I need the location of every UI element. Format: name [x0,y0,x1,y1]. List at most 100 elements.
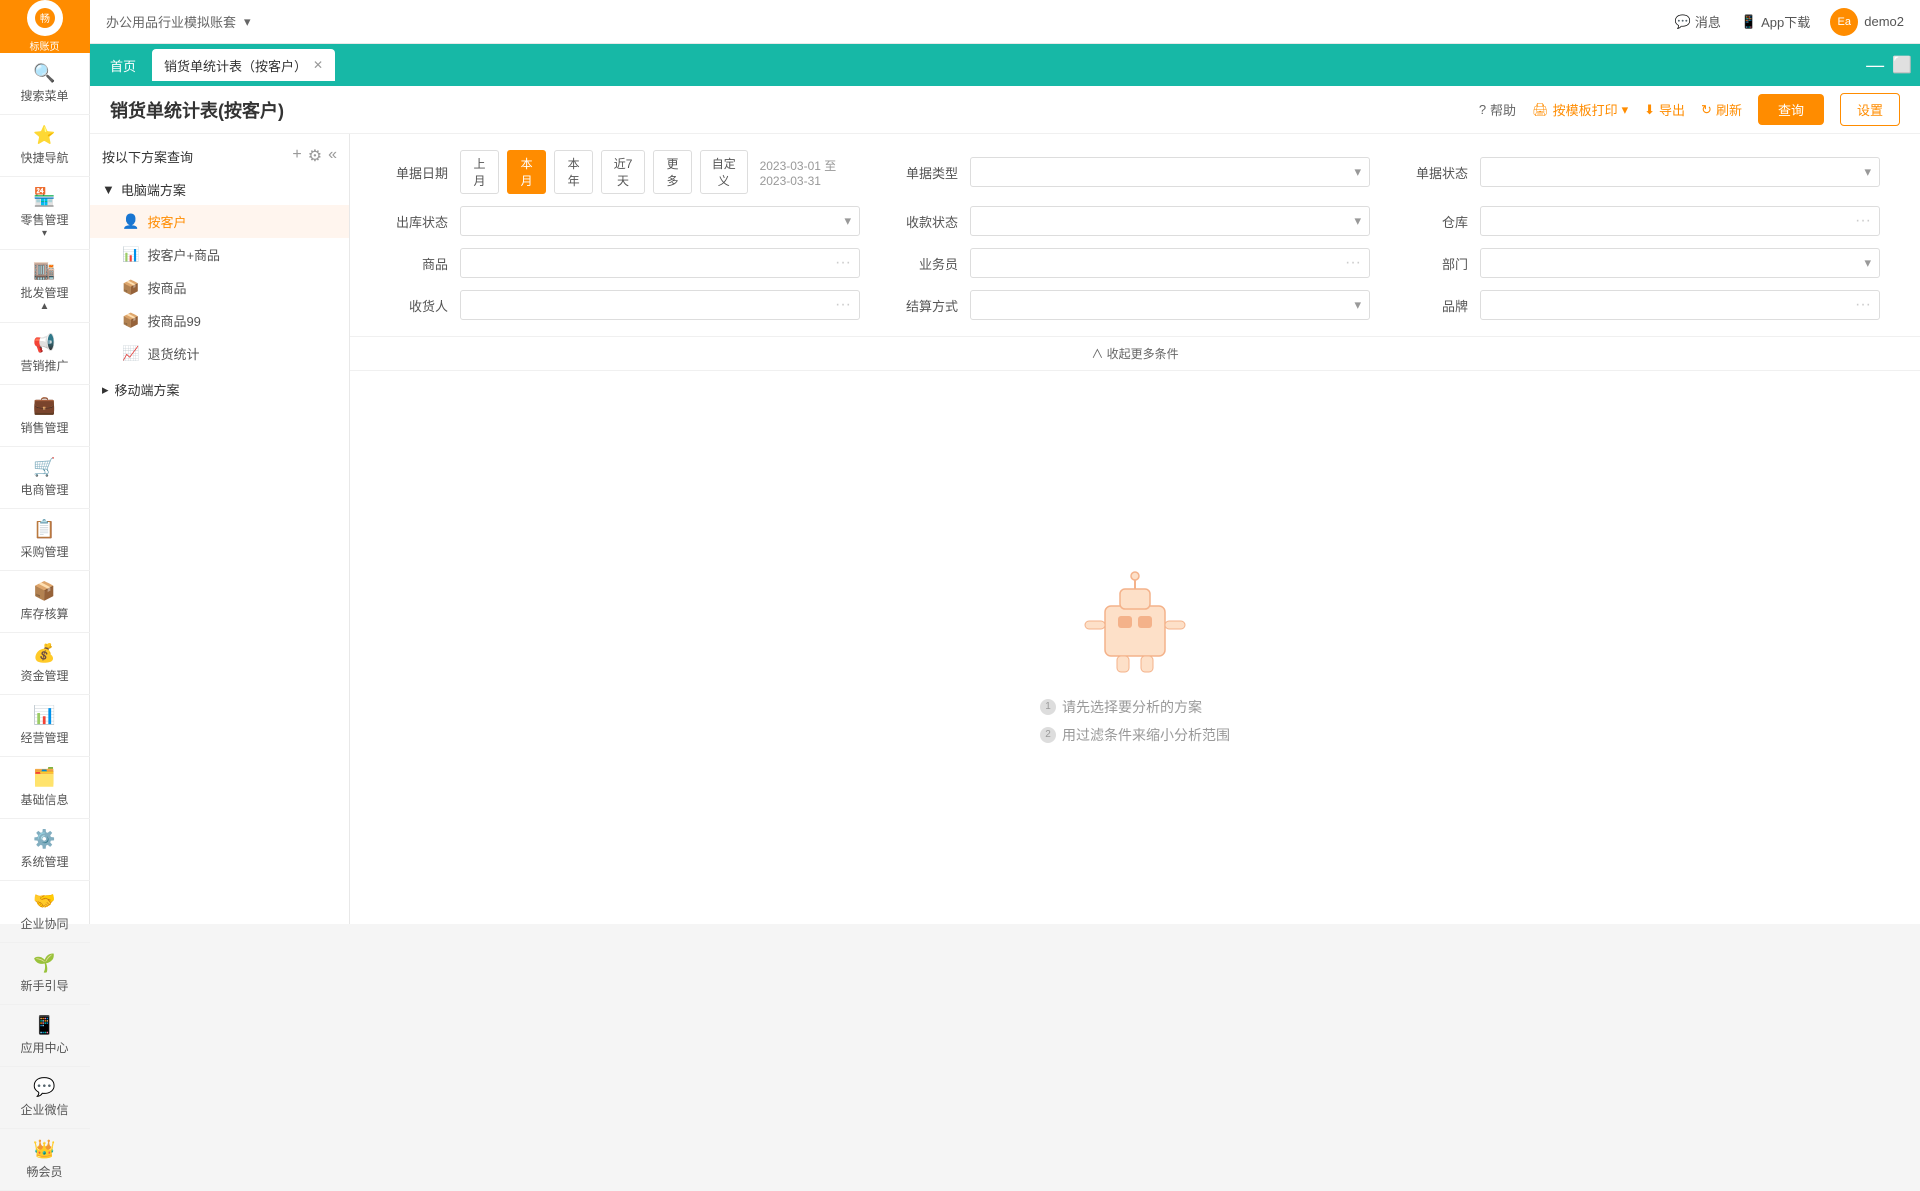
by-goods99-label: 按商品99 [147,311,200,330]
quick-nav-icon: ⭐ [33,125,55,146]
doc-type-select[interactable]: ▾ [970,157,1370,187]
query-btn[interactable]: 查询 [1758,94,1824,125]
date-btn-custom[interactable]: 自定义 [700,150,748,194]
sidebar-item-cooperation[interactable]: 🤝 企业协同 [0,881,90,943]
doc-status-select[interactable]: ▾ [1480,157,1880,187]
app-download-icon: 📱 [1741,14,1757,30]
receipt-status-select[interactable]: ▾ [970,206,1370,236]
collapse-bar[interactable]: ∧ 收起更多条件 [350,337,1920,371]
tab-close-btn[interactable]: ✕ [313,58,323,72]
sidebar-item-search[interactable]: 🔍 搜索菜单 [0,53,90,115]
date-btn-last7[interactable]: 近7天 [601,150,645,194]
sidebar-item-wechat[interactable]: 💬 企业微信 [0,1067,90,1129]
panel-header-actions: + ⚙ « [292,146,337,166]
window-minimize-btn[interactable]: — [1866,55,1884,76]
sidebar-item-app-center[interactable]: 📱 应用中心 [0,1005,90,1067]
print-btn[interactable]: 🖨 按模板打印 ▾ [1532,100,1628,119]
dept-control: ▾ [1480,248,1880,278]
dept-select[interactable]: ▾ [1480,248,1880,278]
sidebar-item-purchase[interactable]: 📋 采购管理 [0,509,90,571]
scheme-item-by-customer-goods[interactable]: 📊 按客户+商品 [90,238,349,271]
print-icon: 🖨 [1532,102,1549,118]
refresh-btn[interactable]: ↻ 刷新 [1701,100,1742,119]
sales-icon: 💼 [33,395,55,416]
refresh-icon: ↻ [1701,102,1712,118]
settings-scheme-btn[interactable]: ⚙ [308,146,322,166]
scheme-group-mobile-header[interactable]: ▸ 移动端方案 [90,374,349,405]
page-header: 销货单统计表(按客户) ? 帮助 🖨 按模板打印 ▾ ⬇ 导出 ↻ 刷新 [90,86,1920,134]
sidebar-item-marketing-label: 营销推广 [20,357,68,374]
sidebar-item-finance[interactable]: 💰 资金管理 [0,633,90,695]
doc-status-label: 单据状态 [1390,163,1480,182]
sidebar-item-operations-label: 经营管理 [20,729,68,746]
sidebar-item-system-label: 系统管理 [20,853,68,870]
warehouse-input[interactable]: ··· [1480,206,1880,236]
collapse-panel-btn[interactable]: « [328,146,337,166]
date-btn-this-month[interactable]: 本月 [507,150,546,194]
empty-state: 1 请先选择要分析的方案 2 用过滤条件来缩小分析范围 [350,371,1920,924]
empty-tip-1: 1 请先选择要分析的方案 [1040,697,1230,717]
sidebar-item-wechat-label: 企业微信 [20,1101,68,1118]
sidebar-item-system[interactable]: ⚙️ 系统管理 [0,819,90,881]
sidebar-item-inventory[interactable]: 📦 库存核算 [0,571,90,633]
user-area[interactable]: Ea demo2 [1830,8,1904,36]
filter-cell-salesperson: 业务员 ··· [880,248,1390,278]
export-btn[interactable]: ⬇ 导出 [1644,100,1685,119]
empty-tips: 1 请先选择要分析的方案 2 用过滤条件来缩小分析范围 [1040,697,1230,745]
by-goods-label: 按商品 [147,278,186,297]
sidebar-item-sales[interactable]: 💼 销售管理 [0,385,90,447]
sidebar-item-basic-label: 基础信息 [20,791,68,808]
tab-home[interactable]: 首页 [98,49,148,81]
settings-btn[interactable]: 设置 [1840,93,1900,126]
sidebar-item-wholesale[interactable]: 🏬 批发管理 ▲ [0,250,90,323]
date-btn-last-month[interactable]: 上月 [460,150,499,194]
app-download-btn[interactable]: 📱 App下载 [1741,12,1810,31]
message-icon: 💬 [1675,14,1691,30]
sidebar-item-wholesale-label: 批发管理 [20,284,68,301]
scheme-item-by-goods99[interactable]: 📦 按商品99 [90,304,349,337]
add-scheme-btn[interactable]: + [292,146,301,166]
retail-icon: 🏪 [33,187,55,208]
sidebar-item-marketing[interactable]: 📢 营销推广 [0,323,90,385]
sidebar-item-ecommerce[interactable]: 🛒 电商管理 [0,447,90,509]
goods-input[interactable]: ··· [460,248,860,278]
top-title-dropdown[interactable]: ▾ [244,14,251,30]
out-status-select[interactable]: ▾ [460,206,860,236]
top-header-left: 办公用品行业模拟账套 ▾ [106,12,251,31]
sidebar-item-quick[interactable]: ⭐ 快捷导航 [0,115,90,177]
date-btn-this-year[interactable]: 本年 [554,150,593,194]
date-btn-more[interactable]: 更多 [653,150,692,194]
scheme-item-return-stat[interactable]: 📈 退货统计 [90,337,349,370]
filter-cell-doc-status: 单据状态 ▾ [1390,150,1900,194]
brand-dots: ··· [1855,296,1871,314]
receiver-input[interactable]: ··· [460,290,860,320]
scheme-item-by-customer[interactable]: 👤 按客户 [90,205,349,238]
sidebar-item-vip[interactable]: 👑 畅会员 [0,1129,90,1191]
page-content: 销货单统计表(按客户) ? 帮助 🖨 按模板打印 ▾ ⬇ 导出 ↻ 刷新 [90,86,1920,924]
sidebar-item-basic[interactable]: 🗂️ 基础信息 [0,757,90,819]
window-maximize-btn[interactable]: ⬜ [1892,55,1912,75]
sidebar-item-retail[interactable]: 🏪 零售管理 ▾ [0,177,90,250]
out-status-control: ▾ [460,206,860,236]
salesperson-input[interactable]: ··· [970,248,1370,278]
payment-select[interactable]: ▾ [970,290,1370,320]
doc-status-chevron: ▾ [1864,164,1871,180]
app-logo: 畅 标账页 [0,0,90,53]
scheme-group-pc-header[interactable]: ▼ 电脑端方案 [90,174,349,205]
mobile-group-label: 移动端方案 [115,380,180,399]
sidebar-item-purchase-label: 采购管理 [20,543,68,560]
date-row: 上月 本月 本年 近7天 更多 自定义 2023-03-01 至 2023-03… [460,150,860,194]
wechat-icon: 💬 [33,1077,55,1098]
tab-sales-stat[interactable]: 销货单统计表（按客户） ✕ [152,49,335,81]
top-header-right: 💬 消息 📱 App下载 Ea demo2 [1675,8,1904,36]
help-btn[interactable]: ? 帮助 [1479,100,1516,119]
scheme-item-by-goods[interactable]: 📦 按商品 [90,271,349,304]
brand-input[interactable]: ··· [1480,290,1880,320]
logo-icon: 畅 [27,0,63,36]
sidebar-item-newbie[interactable]: 🌱 新手引导 [0,943,90,1005]
user-name: demo2 [1864,14,1904,29]
goods-label: 商品 [370,254,460,273]
mobile-group-arrow: ▸ [102,382,109,398]
sidebar-item-operations[interactable]: 📊 经营管理 [0,695,90,757]
message-btn[interactable]: 💬 消息 [1675,12,1721,31]
